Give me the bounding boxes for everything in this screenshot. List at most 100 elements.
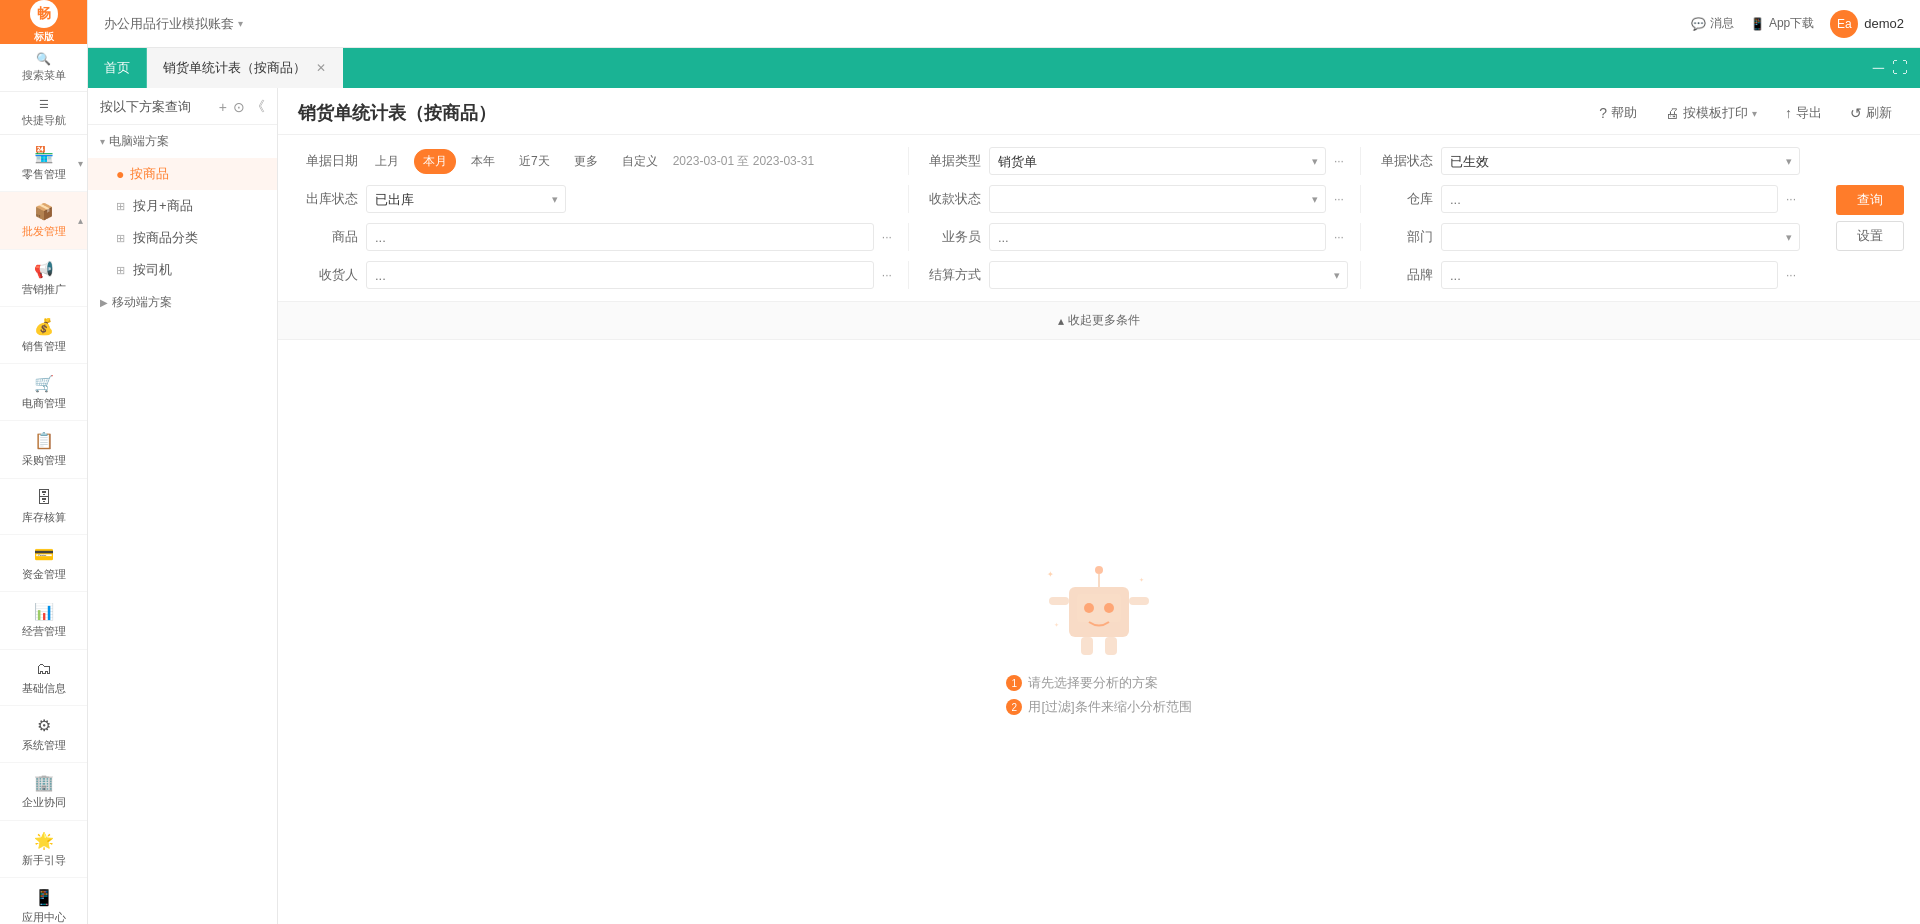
search-label: 搜索菜单: [6, 68, 81, 83]
doctype-more-btn[interactable]: ···: [1330, 154, 1348, 168]
warehouse-input[interactable]: [1441, 185, 1778, 213]
brand-more-btn[interactable]: ···: [1782, 268, 1800, 282]
stockstatus-select[interactable]: 已出库: [366, 185, 566, 213]
warehouse-more-btn[interactable]: ···: [1782, 192, 1800, 206]
goods-input[interactable]: [366, 223, 874, 251]
stockstatus-select-wrapper: 已出库: [366, 185, 566, 213]
doctype-select[interactable]: 销货单: [989, 147, 1326, 175]
enterprise-icon: 🏢: [34, 773, 54, 792]
sidebar-item-purchase-label: 采购管理: [22, 453, 66, 467]
sidebar-item-newbie[interactable]: 🌟 新手引导: [0, 821, 87, 878]
receiver-more-btn[interactable]: ···: [878, 268, 896, 282]
sidebar-item-system[interactable]: ⚙ 系统管理: [0, 706, 87, 763]
sidebar-item-purchase[interactable]: 📋 采购管理: [0, 421, 87, 478]
left-panel-header: 按以下方案查询 + ⊙ 《: [88, 88, 277, 125]
query-buttons: 查询 设置: [1836, 185, 1904, 251]
docstatus-select[interactable]: 已生效: [1441, 147, 1800, 175]
paymentstatus-more-btn[interactable]: ···: [1330, 192, 1348, 206]
scheme-item-driver[interactable]: ⊞ 按司机: [88, 254, 277, 286]
phone-icon: 📱: [1750, 17, 1765, 31]
app-download-label: App下载: [1769, 15, 1814, 32]
export-btn[interactable]: ↑ 导出: [1777, 100, 1830, 126]
messages-btn[interactable]: 💬 消息: [1691, 15, 1734, 32]
settlement-select[interactable]: [989, 261, 1348, 289]
sidebar-item-ecommerce-label: 电商管理: [22, 396, 66, 410]
doctype-select-wrapper: 销货单: [989, 147, 1326, 175]
sidebar-item-marketing[interactable]: 📢 营销推广: [0, 250, 87, 307]
query-btn[interactable]: 查询: [1836, 185, 1904, 215]
content-pane: 按以下方案查询 + ⊙ 《 ▾ 电脑端方案 ● 按商品 ⊞ 按月: [88, 88, 1920, 924]
quick-nav-btn[interactable]: ☰ 快捷导航: [0, 92, 87, 135]
top-header: 办公用品行业模拟账套 ▾ 💬 消息 📱 App下载 Ea demo2: [88, 0, 1920, 48]
sidebar-item-wholesale[interactable]: 📦 批发管理 ▴: [0, 192, 87, 249]
setting-btn[interactable]: 设置: [1836, 221, 1904, 251]
user-profile[interactable]: Ea demo2: [1830, 10, 1904, 38]
goods-more-btn[interactable]: ···: [878, 230, 896, 244]
sidebar-item-appcenter[interactable]: 📱 应用中心: [0, 878, 87, 924]
scheme-item-driver-label: 按司机: [133, 261, 172, 279]
appcenter-icon: 📱: [34, 888, 54, 907]
sidebar-item-inventory[interactable]: 🗄 库存核算: [0, 479, 87, 535]
help-btn[interactable]: ? 帮助: [1591, 100, 1645, 126]
sidebar-item-retail[interactable]: 🏪 零售管理 ▾: [0, 135, 87, 192]
dept-select-wrapper: [1441, 223, 1800, 251]
date-this-month-btn[interactable]: 本月: [414, 149, 456, 174]
maximize-icon[interactable]: ⛶: [1892, 59, 1908, 77]
scheme-item-by-goods[interactable]: ● 按商品: [88, 158, 277, 190]
tab-close-icon[interactable]: ✕: [316, 61, 326, 75]
workspace-selector[interactable]: 办公用品行业模拟账套 ▾: [104, 15, 243, 33]
paymentstatus-select[interactable]: [989, 185, 1326, 213]
salesman-more-btn[interactable]: ···: [1330, 230, 1348, 244]
svg-rect-1: [1077, 594, 1121, 622]
app-logo[interactable]: 畅 标版: [0, 0, 87, 44]
sidebar-item-operations[interactable]: 📊 经营管理: [0, 592, 87, 649]
template-print-btn[interactable]: 🖨 按模板打印 ▾: [1657, 100, 1765, 126]
add-scheme-btn[interactable]: +: [219, 99, 227, 115]
sidebar-item-sales[interactable]: 💰 销售管理: [0, 307, 87, 364]
workspace-name: 办公用品行业模拟账套: [104, 15, 234, 33]
receiver-input[interactable]: [366, 261, 874, 289]
bell-icon: 💬: [1691, 17, 1706, 31]
sub-icon-2: ⊞: [116, 232, 125, 245]
newbie-icon: 🌟: [34, 831, 54, 850]
settings-scheme-btn[interactable]: ⊙: [233, 99, 245, 115]
right-panel: 销货单统计表（按商品） ? 帮助 🖨 按模板打印 ▾ ↑ 导出: [278, 88, 1920, 924]
collapse-btn[interactable]: ▴ 收起更多条件: [1046, 308, 1152, 333]
search-menu-btn[interactable]: 🔍 搜索菜单: [0, 44, 87, 92]
app-download-btn[interactable]: 📱 App下载: [1750, 15, 1814, 32]
sidebar-item-finance[interactable]: 💳 资金管理: [0, 535, 87, 592]
sidebar-item-ecommerce[interactable]: 🛒 电商管理: [0, 364, 87, 421]
sidebar-item-newbie-label: 新手引导: [22, 853, 66, 867]
date-this-year-btn[interactable]: 本年: [462, 149, 504, 174]
sidebar-item-enterprise[interactable]: 🏢 企业协同: [0, 763, 87, 820]
scheme-item-category[interactable]: ⊞ 按商品分类: [88, 222, 277, 254]
collapse-panel-btn[interactable]: 《: [251, 98, 265, 116]
sub-icon-3: ⊞: [116, 264, 125, 277]
svg-rect-8: [1081, 637, 1093, 655]
purchase-icon: 📋: [34, 431, 54, 450]
filter-brand-field: 品牌 ···: [1373, 261, 1800, 289]
dept-select[interactable]: [1441, 223, 1800, 251]
filter-receiver-field: 收货人 ···: [298, 261, 896, 289]
scheme-group-desktop[interactable]: ▾ 电脑端方案: [88, 125, 277, 158]
salesman-input[interactable]: [989, 223, 1326, 251]
tab-active[interactable]: 销货单统计表（按商品） ✕: [147, 48, 343, 88]
stockstatus-label: 出库状态: [298, 190, 358, 208]
help-label: 帮助: [1611, 104, 1637, 122]
svg-text:✦: ✦: [1054, 622, 1059, 628]
sidebar-item-basics[interactable]: 🗂 基础信息: [0, 650, 87, 706]
tab-home[interactable]: 首页: [88, 48, 147, 88]
ecommerce-icon: 🛒: [34, 374, 54, 393]
scheme-item-month-goods[interactable]: ⊞ 按月+商品: [88, 190, 277, 222]
divider-1: [908, 147, 909, 175]
divider-5: [908, 223, 909, 251]
collapse-label: 收起更多条件: [1068, 312, 1140, 329]
refresh-btn[interactable]: ↺ 刷新: [1842, 100, 1900, 126]
date-last-month-btn[interactable]: 上月: [366, 149, 408, 174]
date-custom-btn[interactable]: 自定义: [613, 149, 667, 174]
brand-input[interactable]: [1441, 261, 1778, 289]
minimize-icon[interactable]: ─: [1873, 59, 1884, 77]
scheme-group-mobile[interactable]: ▶ 移动端方案: [88, 286, 277, 319]
date-7days-btn[interactable]: 近7天: [510, 149, 559, 174]
date-more-btn[interactable]: 更多: [565, 149, 607, 174]
